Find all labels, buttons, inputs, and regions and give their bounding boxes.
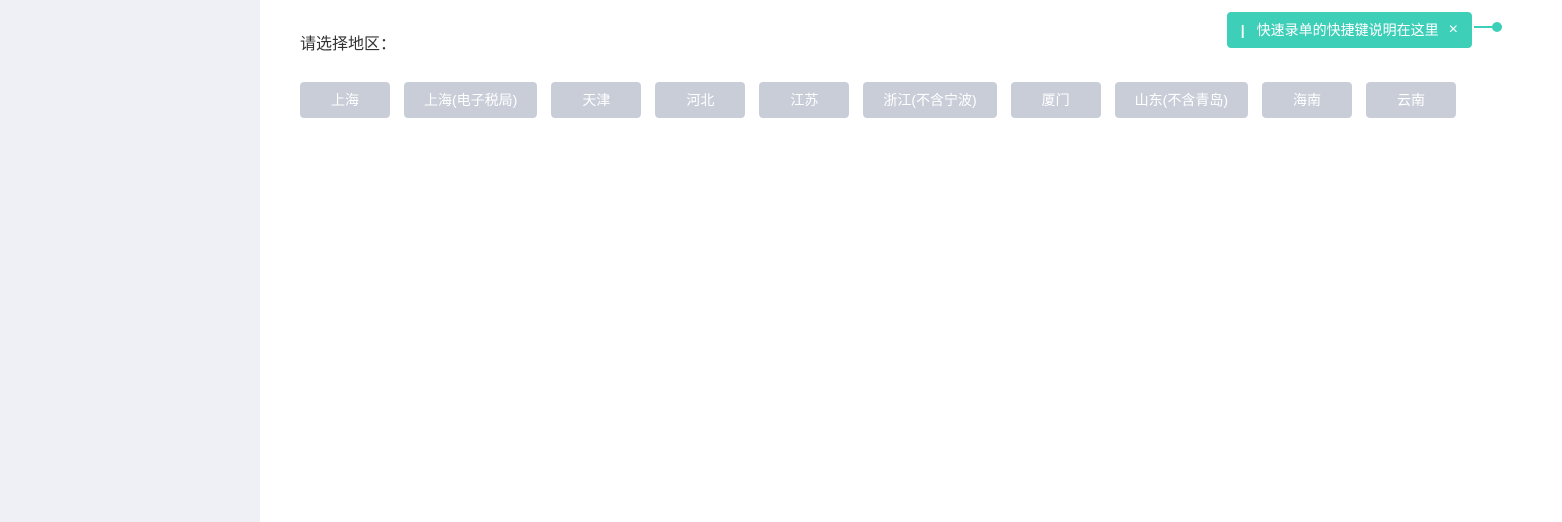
tooltip-close-button[interactable]: × <box>1449 21 1458 39</box>
region-button-3[interactable]: 河北 <box>655 82 745 118</box>
region-button-9[interactable]: 云南 <box>1366 82 1456 118</box>
tooltip-banner: 快速录单的快捷键说明在这里 × <box>1227 12 1472 48</box>
left-sidebar <box>0 0 260 522</box>
region-buttons-container: 上海上海(电子税局) 天津河北江苏浙江(不含宁波) 厦门山东(不含青岛) 海南云南 <box>300 82 1522 118</box>
region-button-4[interactable]: 江苏 <box>759 82 849 118</box>
region-button-8[interactable]: 海南 <box>1262 82 1352 118</box>
region-button-0[interactable]: 上海 <box>300 82 390 118</box>
region-button-2[interactable]: 天津 <box>551 82 641 118</box>
region-button-6[interactable]: 厦门 <box>1011 82 1101 118</box>
tooltip-text: 快速录单的快捷键说明在这里 <box>1257 20 1439 40</box>
main-content: 请选择地区： 上海上海(电子税局)天津河北江苏浙江(不含宁波)厦门山东(不含青岛… <box>260 0 1562 522</box>
region-button-5[interactable]: 浙江(不含宁波) <box>863 82 996 118</box>
region-button-1[interactable]: 上海(电子税局) <box>404 82 537 118</box>
connector-dot <box>1492 22 1502 32</box>
region-button-7[interactable]: 山东(不含青岛) <box>1115 82 1248 118</box>
